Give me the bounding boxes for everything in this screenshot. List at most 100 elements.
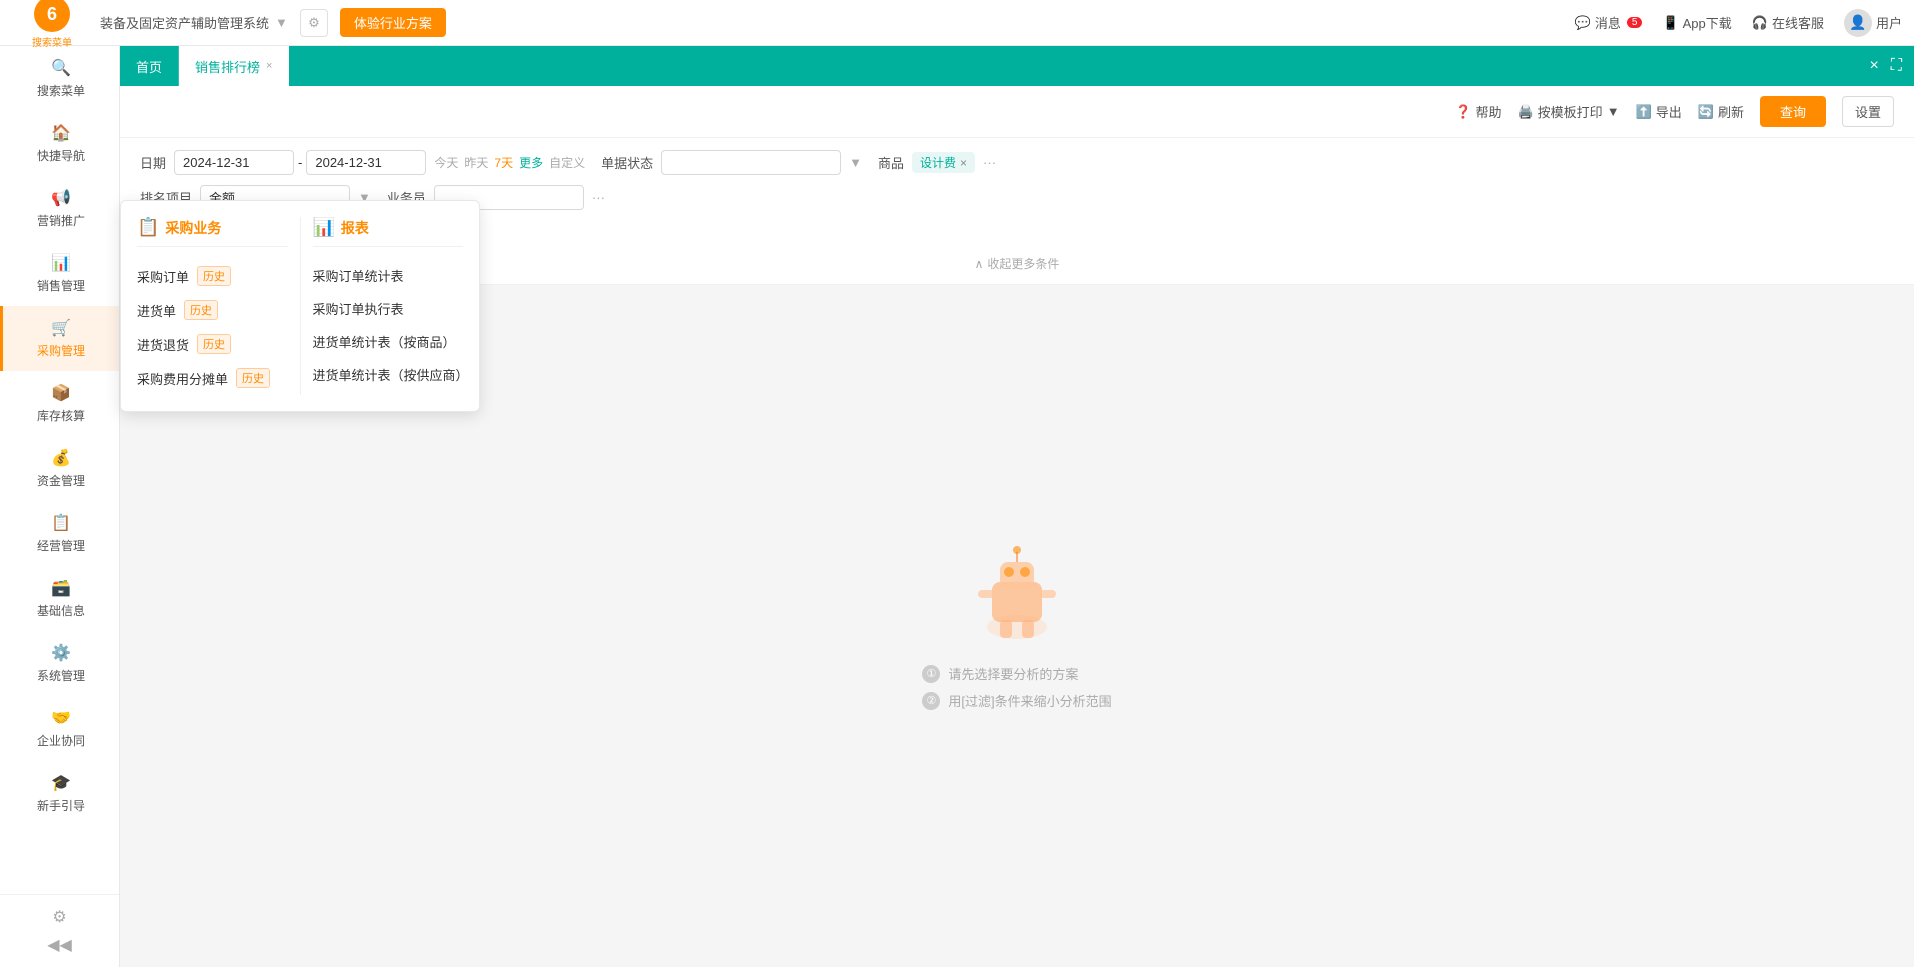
online-service-btn[interactable]: 🎧 在线客服 [1752, 13, 1824, 32]
salesperson-more-icon[interactable]: ··· [592, 190, 605, 205]
empty-illustration [962, 542, 1072, 652]
dropdown-item-po-exec[interactable]: 采购订单执行表 [313, 292, 464, 325]
stock-return-label: 进货退货 [137, 335, 189, 354]
sidebar-item-inventory[interactable]: 📦 库存核算 [0, 371, 119, 436]
doc-status-input[interactable] [661, 150, 841, 175]
system-dropdown-icon[interactable]: ▼ [275, 15, 288, 30]
window-max-btn[interactable]: ⛶ [1887, 53, 1906, 79]
report-col-label: 报表 [341, 218, 369, 238]
dropdown-item-stock-stat-supplier[interactable]: 进货单统计表（按供应商） [313, 358, 464, 391]
sidebar-collapse-icon[interactable]: ◀◀ [47, 935, 72, 955]
sidebar-item-basic[interactable]: 🗃️ 基础信息 [0, 566, 119, 631]
dropdown-col-purchase: 📋 采购业务 采购订单 历史 进货单 历史 进货退货 历史 采购费用分摊单 [137, 217, 288, 395]
po-stat-label: 采购订单统计表 [313, 266, 404, 285]
logo-text: 搜索菜单 [32, 34, 72, 49]
date-start-input[interactable] [174, 150, 294, 175]
user-btn[interactable]: 👤 用户 [1844, 9, 1902, 37]
expense-alloc-history[interactable]: 历史 [236, 368, 270, 388]
purchase-order-history[interactable]: 历史 [197, 266, 231, 286]
sidebar-item-sales[interactable]: 📊 销售管理 [0, 241, 119, 306]
tab-sales-rank[interactable]: 销售排行榜 × [179, 46, 289, 86]
shortcut-yesterday[interactable]: 昨天 [464, 154, 488, 171]
window-close-btn[interactable]: × [1865, 53, 1882, 79]
empty-hint-2: ② 用[过滤]条件来缩小分析范围 [922, 691, 1111, 710]
goods-label: 商品 [878, 153, 904, 172]
date-range: - [174, 150, 426, 175]
sidebar-label-system: 系统管理 [37, 667, 85, 684]
logo-icon: 6 [34, 0, 70, 32]
logo-area: 6 搜索菜单 [12, 0, 92, 49]
sidebar-item-finance[interactable]: 💰 资金管理 [0, 436, 119, 501]
industry-button[interactable]: 体验行业方案 [340, 8, 446, 37]
sidebar-item-newbie[interactable]: 🎓 新手引导 [0, 761, 119, 826]
date-label: 日期 [140, 153, 166, 172]
filter-date: 日期 - 今天 昨天 7天 更多 自定义 [140, 150, 585, 175]
dropdown-item-stock-return[interactable]: 进货退货 历史 [137, 327, 288, 361]
refresh-btn[interactable]: 🔄 刷新 [1698, 102, 1744, 121]
newbie-icon: 🎓 [51, 773, 71, 793]
dropdown-item-expense-alloc[interactable]: 采购费用分摊单 历史 [137, 361, 288, 395]
hint-text-2: 用[过滤]条件来缩小分析范围 [948, 691, 1111, 710]
goods-more-icon[interactable]: ··· [983, 155, 996, 170]
sidebar-item-quicknav[interactable]: 🏠 快捷导航 [0, 111, 119, 176]
content-area: 首页 销售排行榜 × × ⛶ ❓ 帮助 🖨️ 按模 [120, 46, 1914, 967]
shortcut-7days[interactable]: 7天 [494, 154, 513, 171]
tab-home-label: 首页 [136, 57, 162, 76]
sidebar-settings-icon[interactable]: ⚙ [52, 907, 66, 927]
sales-icon: 📊 [51, 253, 71, 273]
collapse-btn[interactable]: ∧ 收起更多条件 [975, 255, 1060, 272]
sidebar-bottom: ⚙ ◀◀ [0, 894, 119, 967]
headset-icon: 🎧 [1752, 15, 1768, 31]
finance-icon: 💰 [51, 448, 71, 468]
collapse-label: 收起更多条件 [987, 255, 1059, 272]
gear-button[interactable]: ⚙ [300, 9, 328, 37]
shortcut-today[interactable]: 今天 [434, 154, 458, 171]
sidebar-label-sales: 销售管理 [37, 277, 85, 294]
sidebar-item-operation[interactable]: 📋 经营管理 [0, 501, 119, 566]
export-icon: ⬆️ [1636, 104, 1652, 120]
print-icon: 🖨️ [1517, 104, 1533, 120]
sidebar-item-system[interactable]: ⚙️ 系统管理 [0, 631, 119, 696]
dropdown-col1-title: 📋 采购业务 [137, 217, 288, 247]
print-btn[interactable]: 🖨️ 按模板打印 ▼ [1517, 102, 1619, 121]
dropdown-item-purchase-order[interactable]: 采购订单 历史 [137, 259, 288, 293]
doc-status-label: 单据状态 [601, 153, 653, 172]
stock-in-history[interactable]: 历史 [184, 300, 218, 320]
tab-home[interactable]: 首页 [120, 46, 179, 86]
operation-icon: 📋 [51, 513, 71, 533]
dropdown-divider [300, 217, 301, 395]
system-icon: ⚙️ [51, 643, 71, 663]
date-end-input[interactable] [306, 150, 426, 175]
sidebar-item-purchase[interactable]: 🛒 采购管理 [0, 306, 119, 371]
sidebar-label-operation: 经营管理 [37, 537, 85, 554]
dropdown-item-stock-stat-goods[interactable]: 进货单统计表（按商品） [313, 325, 464, 358]
export-btn[interactable]: ⬆️ 导出 [1636, 102, 1682, 121]
goods-tag-value: 设计费 [920, 154, 956, 171]
sidebar-label-inventory: 库存核算 [37, 407, 85, 424]
message-icon: 💬 [1575, 15, 1591, 31]
message-btn[interactable]: 💬 消息 5 [1575, 13, 1643, 32]
goods-tag-remove[interactable]: × [960, 156, 967, 170]
dropdown-cols: 📋 采购业务 采购订单 历史 进货单 历史 进货退货 历史 采购费用分摊单 [137, 217, 463, 395]
sidebar-label-basic: 基础信息 [37, 602, 85, 619]
doc-status-more-icon[interactable]: ▼ [849, 155, 862, 170]
dropdown-item-po-stat[interactable]: 采购订单统计表 [313, 259, 464, 292]
dropdown-item-stock-in[interactable]: 进货单 历史 [137, 293, 288, 327]
sidebar-item-marketing[interactable]: 📢 营销推广 [0, 176, 119, 241]
tab-close-icon[interactable]: × [266, 60, 272, 72]
sidebar-item-search[interactable]: 🔍 搜索菜单 [0, 46, 119, 111]
shortcut-custom[interactable]: 自定义 [549, 154, 585, 171]
print-dropdown-icon[interactable]: ▼ [1607, 104, 1620, 119]
sidebar-item-enterprise[interactable]: 🤝 企业协同 [0, 696, 119, 761]
shortcut-more[interactable]: 更多 [519, 154, 543, 171]
help-btn[interactable]: ❓ 帮助 [1455, 102, 1501, 121]
app-download-btn[interactable]: 📱 App下载 [1662, 13, 1731, 32]
settings-button[interactable]: 设置 [1842, 96, 1894, 127]
stock-return-history[interactable]: 历史 [197, 334, 231, 354]
basic-icon: 🗃️ [51, 578, 71, 598]
query-button[interactable]: 查询 [1760, 96, 1826, 127]
hint-num-2: ② [922, 692, 940, 710]
empty-state: ① 请先选择要分析的方案 ② 用[过滤]条件来缩小分析范围 [922, 542, 1111, 710]
purchase-col-label: 采购业务 [165, 218, 221, 238]
stock-stat-goods-label: 进货单统计表（按商品） [313, 332, 456, 351]
